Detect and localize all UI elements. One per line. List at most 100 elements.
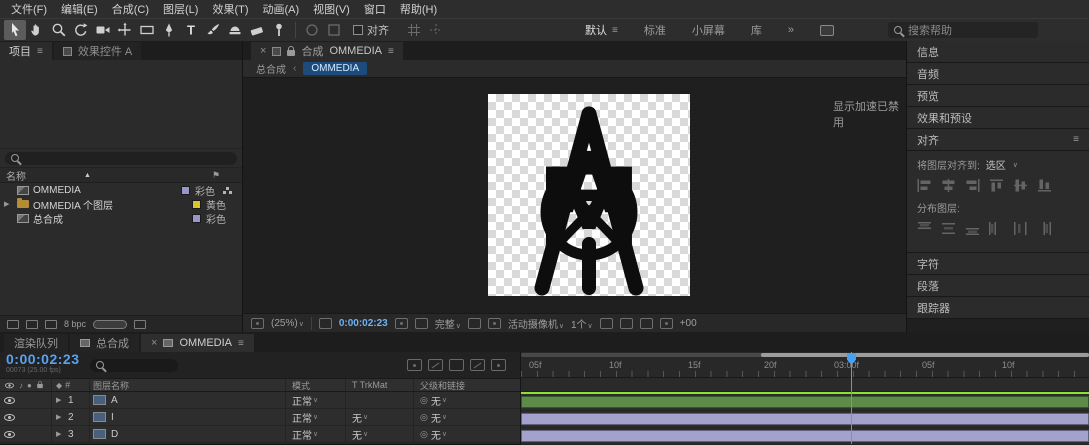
workspace-bar-icon[interactable] bbox=[819, 24, 834, 36]
tab-render-queue[interactable]: 渲染队列 bbox=[4, 334, 68, 352]
fast-previews-icon[interactable] bbox=[619, 317, 633, 329]
pen-tool-icon[interactable] bbox=[158, 20, 180, 40]
panel-menu-icon[interactable]: ≡ bbox=[1073, 134, 1079, 145]
tab-ommedia-comp[interactable]: × OMMEDIA ≡ bbox=[141, 334, 254, 352]
panel-menu-icon[interactable]: ≡ bbox=[37, 46, 43, 57]
snap-align-checkbox[interactable] bbox=[353, 25, 363, 35]
workspace-libraries[interactable]: 库 bbox=[751, 22, 762, 38]
expander-icon[interactable]: ▶ bbox=[56, 413, 65, 421]
label-color-swatch[interactable] bbox=[181, 185, 190, 195]
pan-behind-tool-icon[interactable] bbox=[114, 20, 136, 40]
eye-icon[interactable] bbox=[4, 430, 15, 438]
align-left-icon[interactable] bbox=[917, 179, 932, 195]
workspace-standard[interactable]: 标准 bbox=[644, 22, 666, 38]
workspace-overflow-button[interactable]: » bbox=[788, 24, 794, 36]
timeline-search-input[interactable] bbox=[89, 358, 178, 372]
panel-effects-presets[interactable]: 效果和预设 bbox=[907, 107, 1089, 129]
time-ruler[interactable]: 05f 10f 15f 20f 03:00f 05f 10f bbox=[521, 352, 1089, 378]
layer-duration-bar[interactable] bbox=[521, 413, 1089, 425]
distribute-bottom-icon[interactable] bbox=[965, 222, 980, 238]
camera-tool-icon[interactable] bbox=[92, 20, 114, 40]
align-h-center-icon[interactable] bbox=[941, 179, 956, 195]
panel-info[interactable]: 信息 bbox=[907, 41, 1089, 63]
region-of-interest-icon[interactable] bbox=[467, 317, 481, 329]
current-timecode[interactable]: 0:00:02:23 bbox=[6, 352, 80, 366]
align-v-center-icon[interactable] bbox=[1013, 179, 1028, 195]
exposure-value[interactable]: +00 bbox=[680, 318, 697, 329]
layer-duration-bar[interactable] bbox=[521, 430, 1089, 442]
draft-3d-icon[interactable] bbox=[428, 359, 443, 371]
selection-tool-icon[interactable] bbox=[4, 20, 26, 40]
layer-row[interactable]: ▶ 2 I 正常 ∨ 无 ∨ ◎ 无 ∨ bbox=[0, 409, 520, 426]
pickwhip-icon[interactable]: ◎ bbox=[420, 395, 428, 406]
puppet-pin-tool-icon[interactable] bbox=[268, 20, 290, 40]
magnification-icon[interactable] bbox=[251, 317, 264, 329]
trkmat-select[interactable]: 无 bbox=[352, 410, 362, 425]
mode-column-header[interactable]: 模式 bbox=[286, 379, 346, 391]
distribute-left-icon[interactable] bbox=[989, 222, 1004, 238]
panel-paragraph[interactable]: 段落 bbox=[907, 275, 1089, 297]
tab-project[interactable]: 项目 ≡ bbox=[0, 42, 52, 60]
expander-icon[interactable]: ▶ bbox=[4, 200, 13, 208]
playhead[interactable] bbox=[847, 352, 856, 444]
project-bit-depth[interactable]: 8 bpc bbox=[64, 319, 86, 329]
workspace-small-screen[interactable]: 小屏幕 bbox=[692, 22, 725, 38]
frame-blending-icon[interactable] bbox=[470, 359, 485, 371]
current-time-display[interactable]: 0:00:02:23 bbox=[339, 318, 388, 329]
align-right-icon[interactable] bbox=[965, 179, 980, 195]
name-column-header[interactable]: 名称 bbox=[6, 168, 26, 183]
parent-select[interactable]: 无 bbox=[431, 410, 441, 425]
menu-file[interactable]: 文件(F) bbox=[4, 1, 54, 17]
layer-duration-bar[interactable] bbox=[521, 396, 1089, 408]
panel-character[interactable]: 字符 bbox=[907, 253, 1089, 275]
tab-composition[interactable]: × 合成 OMMEDIA ≡ bbox=[251, 42, 403, 60]
tab-effect-controls[interactable]: 效果控件 A bbox=[53, 42, 142, 60]
menu-layer[interactable]: 图层(L) bbox=[156, 1, 205, 17]
project-row[interactable]: OMMEDIA 彩色 bbox=[0, 183, 242, 198]
layer-row[interactable]: ▶ 1 A 正常 ∨ ◎ 无 ∨ bbox=[0, 392, 520, 409]
blend-mode-select[interactable]: 正常 bbox=[292, 393, 312, 408]
project-list-header[interactable]: 名称 ▲ ⚑ bbox=[0, 168, 242, 183]
rotation-tool-icon[interactable] bbox=[70, 20, 92, 40]
hide-shy-layers-icon[interactable] bbox=[449, 359, 464, 371]
zoom-tool-icon[interactable] bbox=[48, 20, 70, 40]
distribute-right-icon[interactable] bbox=[1037, 222, 1052, 238]
help-search-field[interactable]: 搜索帮助 bbox=[888, 22, 1038, 38]
blend-mode-select[interactable]: 正常 bbox=[292, 427, 312, 442]
menu-help[interactable]: 帮助(H) bbox=[393, 1, 444, 17]
expander-icon[interactable]: ▶ bbox=[56, 430, 65, 438]
timeline-button-icon[interactable] bbox=[639, 317, 653, 329]
close-icon[interactable]: × bbox=[151, 337, 157, 349]
new-folder-icon[interactable] bbox=[26, 319, 38, 329]
align-bottom-icon[interactable] bbox=[1037, 179, 1052, 195]
rectangle-tool-icon[interactable] bbox=[136, 20, 158, 40]
pickwhip-icon[interactable]: ◎ bbox=[420, 412, 428, 423]
panel-menu-icon[interactable]: ≡ bbox=[238, 338, 244, 349]
blend-mode-select[interactable]: 正常 bbox=[292, 410, 312, 425]
project-row[interactable]: 总合成 彩色 bbox=[0, 211, 242, 226]
interpret-footage-icon[interactable] bbox=[7, 319, 19, 329]
tab-main-comp[interactable]: 总合成 bbox=[70, 334, 139, 352]
layer-row[interactable]: ▶ 3 D 正常 ∨ 无 ∨ ◎ 无 ∨ bbox=[0, 426, 520, 443]
motion-blur-icon[interactable] bbox=[491, 359, 506, 371]
breadcrumb-current-comp[interactable]: OMMEDIA bbox=[303, 62, 368, 75]
work-area-highlight[interactable] bbox=[761, 353, 1089, 357]
panel-tracker[interactable]: 跟踪器 bbox=[907, 297, 1089, 319]
timeline-track-area[interactable]: 05f 10f 15f 20f 03:00f 05f 10f bbox=[520, 352, 1089, 445]
flowchart-icon[interactable] bbox=[659, 317, 673, 329]
snapshot-camera-icon[interactable] bbox=[394, 317, 408, 329]
pickwhip-icon[interactable]: ◎ bbox=[420, 429, 428, 440]
composition-mini-flowchart-icon[interactable] bbox=[407, 359, 422, 371]
project-flowchart-pill[interactable] bbox=[93, 319, 128, 329]
layer-name[interactable]: D bbox=[111, 429, 118, 440]
distribute-h-center-icon[interactable] bbox=[1013, 222, 1028, 238]
label-color-swatch[interactable] bbox=[192, 199, 201, 209]
composition-viewport[interactable]: M A 显示加速已禁用 bbox=[243, 78, 906, 313]
type-tool-icon[interactable]: T bbox=[180, 20, 202, 40]
menu-view[interactable]: 视图(V) bbox=[306, 1, 357, 17]
panel-align[interactable]: 对齐 ≡ bbox=[907, 129, 1089, 151]
menu-effect[interactable]: 效果(T) bbox=[205, 1, 255, 17]
layer-name-column-header[interactable]: 图层名称 bbox=[90, 379, 286, 391]
delete-icon[interactable] bbox=[134, 319, 147, 329]
align-to-select[interactable]: 选区 bbox=[986, 157, 1006, 172]
